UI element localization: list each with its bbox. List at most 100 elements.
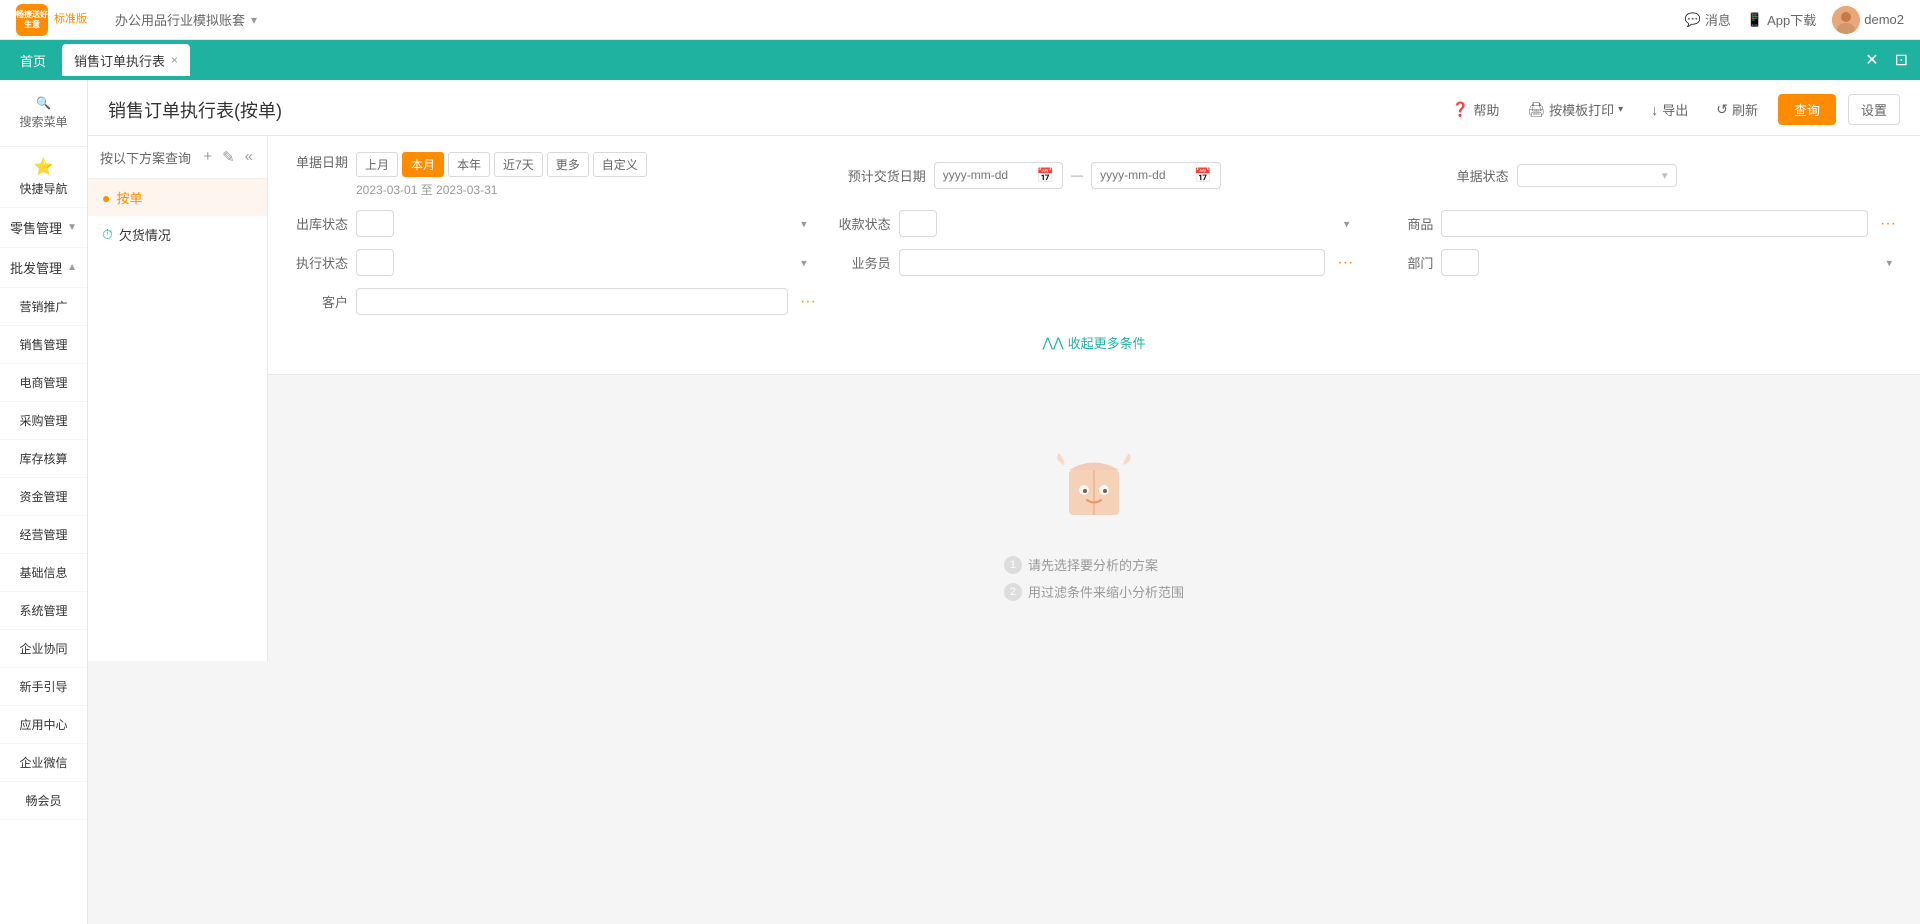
expected-date-to[interactable]: 📅: [1091, 162, 1220, 189]
logo-text: 标准版: [54, 12, 87, 26]
date-this-year-btn[interactable]: 本年: [448, 152, 490, 177]
refresh-btn[interactable]: ↺ 刷新: [1708, 96, 1766, 123]
solution-item-shortage[interactable]: ⏱ 欠货情况: [88, 216, 267, 253]
sidebar-item-app-center[interactable]: 应用中心: [0, 706, 87, 744]
sidebar-item-enterprise-wechat[interactable]: 企业微信: [0, 744, 87, 782]
template-print-btn[interactable]: 🖨 按模板打印 ▾: [1519, 96, 1631, 123]
add-solution-btn[interactable]: +: [201, 146, 214, 168]
expected-date-from-input[interactable]: [943, 168, 1033, 182]
execution-select[interactable]: [356, 249, 394, 276]
filter-row-4: 客户 ···: [288, 288, 1900, 315]
filter-row-3: 执行状态 业务员 ···: [288, 249, 1900, 276]
page-title: 销售订单执行表(按单): [108, 97, 282, 123]
retail-expand-icon: ▼: [67, 222, 77, 233]
nav-arrow-icon[interactable]: ▾: [251, 13, 257, 27]
date-this-month-btn[interactable]: 本月: [402, 152, 444, 177]
payment-status-select[interactable]: [899, 210, 937, 237]
product-picker-btn[interactable]: ···: [1876, 216, 1900, 232]
salesman-picker-btn[interactable]: ···: [1333, 255, 1357, 271]
sidebar-item-member[interactable]: 畅会员: [0, 782, 87, 820]
header-right: 💬 消息 📱 App下载 demo2: [1685, 6, 1904, 34]
expected-date-to-input[interactable]: [1100, 168, 1190, 182]
status-label: 单据状态: [1449, 166, 1509, 185]
sidebar-item-enterprise[interactable]: 企业协同: [0, 630, 87, 668]
date-more-btn[interactable]: 更多: [547, 152, 589, 177]
hint-2: 2 用过滤条件来缩小分析范围: [1004, 582, 1184, 601]
app-download-action[interactable]: 📱 App下载: [1747, 10, 1816, 29]
print-icon: 🖨: [1527, 101, 1545, 118]
delivery-status-select[interactable]: [356, 210, 394, 237]
sidebar-item-operation[interactable]: 经营管理: [0, 516, 87, 554]
quick-nav-icon: ⭐: [34, 157, 54, 177]
message-action[interactable]: 💬 消息: [1685, 10, 1731, 29]
logo-icon: 畅捷送好生意: [16, 4, 48, 36]
settings-btn[interactable]: 设置: [1848, 94, 1900, 125]
tab-home[interactable]: 首页: [8, 44, 58, 76]
shortage-solution-icon: ⏱: [102, 226, 113, 243]
message-icon: 💬: [1685, 12, 1701, 28]
product-input[interactable]: [1441, 210, 1868, 237]
filter-row-1: 单据日期 上月 本月 本年 近7天 更多 自定义 20: [288, 152, 1900, 198]
page-header: 销售订单执行表(按单) ❓ 帮助 🖨 按模板打印 ▾ ↓ 导出 ↺ 刷新: [88, 80, 1920, 136]
date-field: 单据日期 上月 本月 本年 近7天 更多 自定义 20: [288, 152, 830, 198]
tab-bar: 首页 销售订单执行表 × ✕ ⊡: [0, 40, 1920, 80]
sidebar-item-newbie[interactable]: 新手引导: [0, 668, 87, 706]
logo-area: 畅捷送好生意 标准版: [16, 4, 87, 36]
edit-solution-btn[interactable]: ✎: [220, 146, 237, 168]
sidebar-item-inventory[interactable]: 库存核算: [0, 440, 87, 478]
left-panel: 按以下方案查询 + ✎ « ● 按单 ⏱ 欠货情况: [88, 136, 268, 661]
export-btn[interactable]: ↓ 导出: [1643, 96, 1696, 123]
expected-date-label: 预计交货日期: [846, 166, 926, 185]
calendar-to-icon: 📅: [1194, 167, 1211, 184]
date-last-7days-btn[interactable]: 近7天: [494, 152, 543, 177]
expected-date-from[interactable]: 📅: [934, 162, 1063, 189]
help-btn[interactable]: ❓ 帮助: [1444, 96, 1507, 123]
sidebar-item-ecommerce[interactable]: 电商管理: [0, 364, 87, 402]
date-custom-btn[interactable]: 自定义: [593, 152, 647, 177]
status-select[interactable]: ▾: [1517, 164, 1677, 187]
main-layout: 🔍 搜索菜单 ⭐ 快捷导航 零售管理 ▼ 批发管理 ▲ 营销推广 销售管理 电商…: [0, 80, 1920, 924]
sidebar-item-sales[interactable]: 销售管理: [0, 326, 87, 364]
department-select[interactable]: [1441, 249, 1479, 276]
query-btn[interactable]: 查询: [1778, 94, 1836, 125]
content-area: 销售订单执行表(按单) ❓ 帮助 🖨 按模板打印 ▾ ↓ 导出 ↺ 刷新: [88, 80, 1920, 924]
filter-row-2: 出库状态 收款状态: [288, 210, 1900, 237]
tab-active[interactable]: 销售订单执行表 ×: [62, 44, 190, 76]
sidebar-item-system[interactable]: 系统管理: [0, 592, 87, 630]
order-solution-icon: ●: [102, 190, 110, 206]
customer-input[interactable]: [356, 288, 788, 315]
sidebar-item-finance[interactable]: 资金管理: [0, 478, 87, 516]
sidebar-item-wholesale[interactable]: 批发管理 ▲: [0, 248, 87, 288]
export-icon: ↓: [1651, 102, 1658, 118]
user-action[interactable]: demo2: [1832, 6, 1904, 34]
collapse-panel-btn[interactable]: «: [243, 146, 255, 168]
salesman-input[interactable]: [899, 249, 1326, 276]
empty-illustration: [1044, 435, 1144, 535]
empty-hints: 1 请先选择要分析的方案 2 用过滤条件来缩小分析范围: [1004, 555, 1184, 601]
hint-num-1: 1: [1004, 556, 1022, 574]
customer-picker-btn[interactable]: ···: [796, 294, 820, 310]
date-last-month-btn[interactable]: 上月: [356, 152, 398, 177]
date-quick-btns: 上月 本月 本年 近7天 更多 自定义: [356, 152, 647, 177]
sidebar-item-purchase[interactable]: 采购管理: [0, 402, 87, 440]
search-menu-btn[interactable]: 🔍 搜索菜单: [8, 90, 79, 136]
salesman-label: 业务员: [831, 253, 891, 272]
collapse-filter-btn[interactable]: ⋀⋀ 收起更多条件: [288, 327, 1900, 358]
print-dropdown-icon: ▾: [1618, 104, 1623, 115]
header-left: 畅捷送好生意 标准版 办公用品行业模拟账套 ▾: [16, 4, 257, 36]
collapse-icon: ⋀⋀: [1042, 335, 1063, 351]
tab-close-icon[interactable]: ×: [171, 53, 178, 67]
user-avatar: [1832, 6, 1860, 34]
customer-label: 客户: [288, 292, 348, 311]
sidebar-item-basic[interactable]: 基础信息: [0, 554, 87, 592]
solution-item-order[interactable]: ● 按单: [88, 179, 267, 216]
sidebar-item-quick-nav[interactable]: ⭐ 快捷导航: [0, 147, 87, 208]
tab-close-window-btn[interactable]: ✕: [1861, 46, 1882, 74]
tab-maximize-btn[interactable]: ⊡: [1891, 46, 1912, 74]
product-label: 商品: [1373, 214, 1433, 233]
sidebar-item-marketing[interactable]: 营销推广: [0, 288, 87, 326]
hint-num-2: 2: [1004, 583, 1022, 601]
sidebar-item-retail[interactable]: 零售管理 ▼: [0, 208, 87, 248]
top-header: 畅捷送好生意 标准版 办公用品行业模拟账套 ▾ 💬 消息 📱 App下载: [0, 0, 1920, 40]
left-panel-header: 按以下方案查询 + ✎ «: [88, 136, 267, 179]
